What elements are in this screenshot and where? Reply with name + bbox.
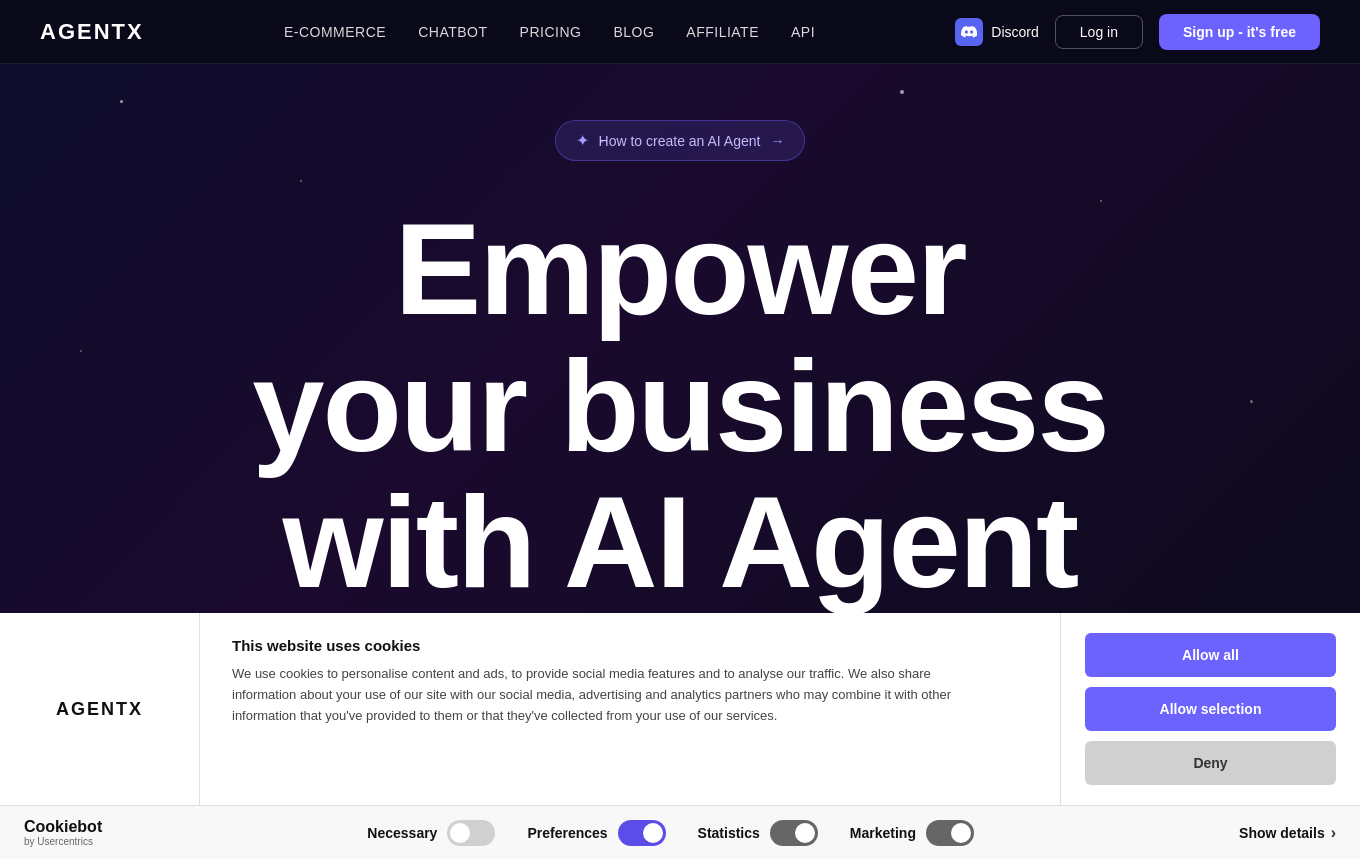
arrow-icon: →: [770, 133, 784, 149]
cookie-logo-area: AGENTX: [0, 613, 200, 805]
cookie-main: AGENTX This website uses cookies We use …: [0, 613, 1360, 805]
star-decoration: [1250, 400, 1253, 403]
signup-button[interactable]: Sign up - it's free: [1159, 14, 1320, 50]
nav-logo: AGENTX: [40, 19, 144, 45]
login-button[interactable]: Log in: [1055, 15, 1143, 49]
consent-necessary: Necessary: [367, 820, 495, 846]
cookie-description: We use cookies to personalise content an…: [232, 664, 982, 726]
consent-marketing: Marketing: [850, 820, 974, 846]
discord-icon: [955, 18, 983, 46]
preferences-label: Preferences: [527, 825, 607, 841]
discord-label: Discord: [991, 24, 1038, 40]
chevron-right-icon: ›: [1331, 824, 1336, 842]
hero-line1: Empower: [252, 201, 1107, 338]
nav-links: E-COMMERCE CHATBOT PRICING BLOG AFFILIAT…: [284, 24, 815, 40]
marketing-label: Marketing: [850, 825, 916, 841]
star-decoration: [600, 140, 603, 143]
cookie-title: This website uses cookies: [232, 637, 1028, 654]
statistics-toggle[interactable]: [770, 820, 818, 846]
nav-pricing[interactable]: PRICING: [520, 24, 582, 40]
hero-line3: with AI Agent: [252, 474, 1107, 611]
toggle-knob: [795, 823, 815, 843]
necessary-label: Necessary: [367, 825, 437, 841]
allow-all-button[interactable]: Allow all: [1085, 633, 1336, 677]
cookie-buttons: Allow all Allow selection Deny: [1060, 613, 1360, 805]
star-decoration: [1100, 200, 1102, 202]
consent-items: Necessary Preferences Statistics: [102, 820, 1239, 846]
show-details-label: Show details: [1239, 825, 1325, 841]
star-decoration: [300, 180, 302, 182]
nav-chatbot[interactable]: CHATBOT: [418, 24, 487, 40]
cookiebot-name: Cookiebot: [24, 818, 102, 836]
toggle-knob: [643, 823, 663, 843]
nav-api[interactable]: API: [791, 24, 815, 40]
hero-badge[interactable]: ✦ How to create an AI Agent →: [555, 120, 806, 161]
discord-button[interactable]: Discord: [955, 18, 1038, 46]
navbar: AGENTX E-COMMERCE CHATBOT PRICING BLOG A…: [0, 0, 1360, 64]
cookie-content: This website uses cookies We use cookies…: [200, 613, 1060, 805]
toggle-knob: [450, 823, 470, 843]
star-decoration: [120, 100, 123, 103]
star-decoration: [80, 350, 82, 352]
badge-text: How to create an AI Agent: [599, 133, 761, 149]
show-details-link[interactable]: Show details ›: [1239, 824, 1336, 842]
consent-statistics: Statistics: [698, 820, 818, 846]
statistics-label: Statistics: [698, 825, 760, 841]
consent-preferences: Preferences: [527, 820, 665, 846]
spark-icon: ✦: [576, 131, 589, 150]
nav-right: Discord Log in Sign up - it's free: [955, 14, 1320, 50]
cookie-logo: AGENTX: [56, 699, 143, 720]
nav-affiliate[interactable]: AFFILIATE: [686, 24, 759, 40]
nav-blog[interactable]: BLOG: [613, 24, 654, 40]
cookie-banner: AGENTX This website uses cookies We use …: [0, 613, 1360, 859]
allow-selection-button[interactable]: Allow selection: [1085, 687, 1336, 731]
necessary-toggle[interactable]: [447, 820, 495, 846]
hero-line2: your business: [252, 338, 1107, 475]
nav-ecommerce[interactable]: E-COMMERCE: [284, 24, 386, 40]
cookiebot-logo: Cookiebot by Usercentrics: [24, 818, 102, 847]
hero-title: Empower your business with AI Agent: [252, 201, 1107, 611]
toggle-knob: [951, 823, 971, 843]
star-decoration: [900, 90, 904, 94]
cookiebot-sub: by Usercentrics: [24, 836, 93, 847]
marketing-toggle[interactable]: [926, 820, 974, 846]
preferences-toggle[interactable]: [618, 820, 666, 846]
cookie-bottom-bar: Cookiebot by Usercentrics Necessary Pref…: [0, 805, 1360, 859]
deny-button[interactable]: Deny: [1085, 741, 1336, 785]
